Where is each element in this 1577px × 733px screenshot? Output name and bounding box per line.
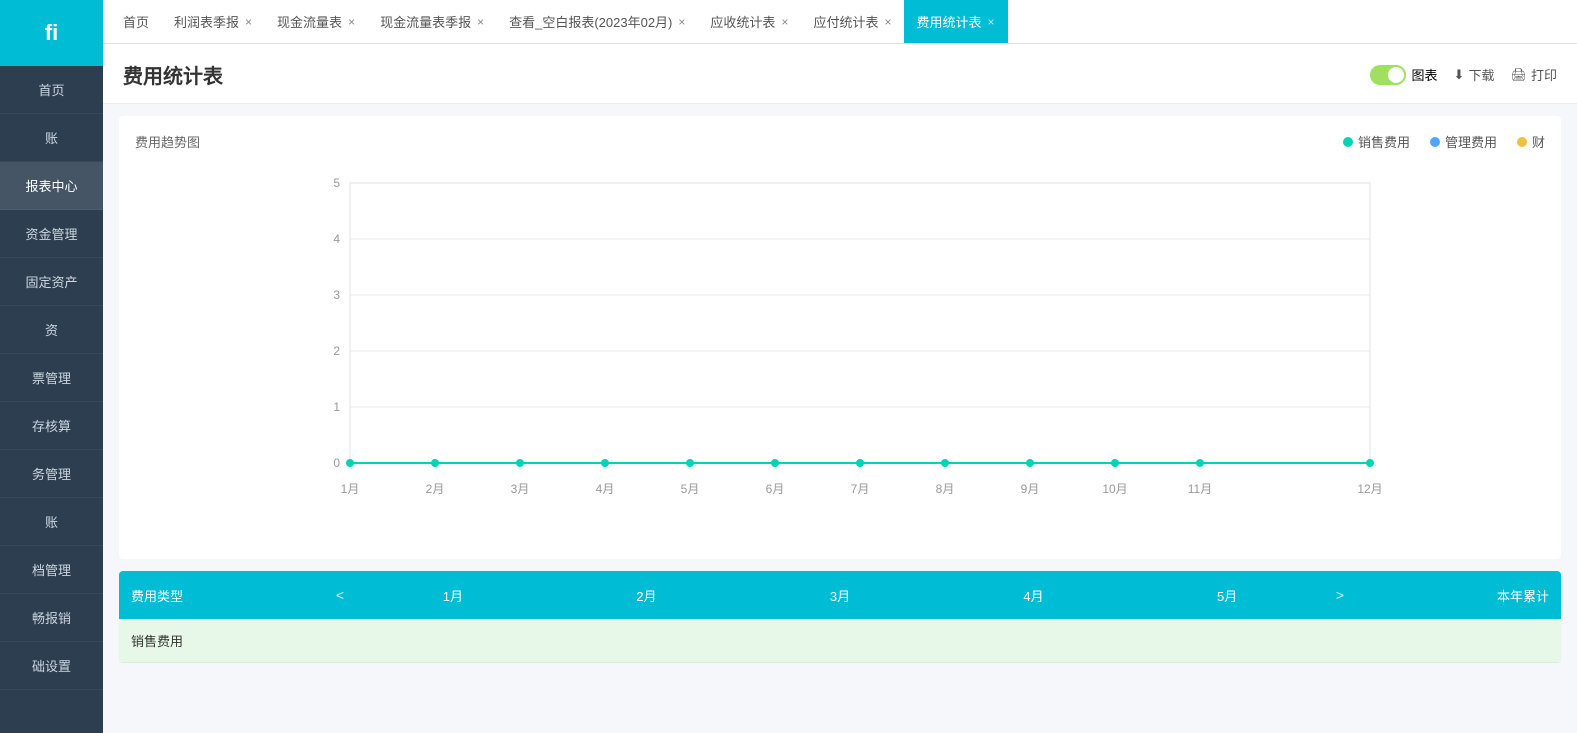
- legend-finance: 财: [1517, 132, 1545, 151]
- tab-cashflow[interactable]: 现金流量表 ×: [265, 0, 368, 44]
- svg-text:10月: 10月: [1102, 482, 1127, 496]
- svg-text:4: 4: [333, 232, 340, 246]
- chart-header: 费用趋势图 销售费用 管理费用 财: [135, 132, 1545, 151]
- chart-toggle-label: 图表: [1412, 65, 1438, 84]
- table-row: 销售费用: [119, 619, 1561, 663]
- svg-text:1: 1: [333, 400, 340, 414]
- tab-cashflow-quarterly[interactable]: 现金流量表季报 ×: [368, 0, 497, 44]
- page-header: 费用统计表 图表 ⬇ 下载 🖨 打印: [103, 44, 1577, 104]
- close-tab-receivable[interactable]: ×: [781, 15, 788, 29]
- tab-expense-stats[interactable]: 费用统计表 ×: [904, 0, 1007, 44]
- chart-legend: 销售费用 管理费用 财: [1343, 132, 1545, 151]
- page-content: 费用统计表 图表 ⬇ 下载 🖨 打印 费用趋势图: [103, 44, 1577, 733]
- sidebar-item-fund[interactable]: 资金管理: [0, 210, 103, 258]
- close-tab-profit-quarterly[interactable]: ×: [245, 15, 252, 29]
- svg-text:9月: 9月: [1021, 482, 1040, 496]
- chart-container: 0 1 2 3 4 5: [135, 163, 1545, 543]
- th-month-4: 4月: [937, 586, 1131, 605]
- sidebar-item-expense[interactable]: 畅报销: [0, 594, 103, 642]
- svg-text:1月: 1月: [341, 482, 360, 496]
- svg-text:5: 5: [333, 176, 340, 190]
- svg-text:5月: 5月: [681, 482, 700, 496]
- legend-dot-management: [1430, 137, 1440, 147]
- legend-management: 管理费用: [1430, 132, 1497, 151]
- legend-sales: 销售费用: [1343, 132, 1410, 151]
- td-type-sales: 销售费用: [119, 631, 356, 650]
- close-tab-payable[interactable]: ×: [884, 15, 891, 29]
- svg-text:7月: 7月: [851, 482, 870, 496]
- svg-text:8月: 8月: [936, 482, 955, 496]
- chart-title: 费用趋势图: [135, 132, 200, 151]
- legend-dot-finance: [1517, 137, 1527, 147]
- sidebar-item-report[interactable]: 报表中心: [0, 162, 103, 210]
- sidebar: fi 首页 账 报表中心 资金管理 固定资产 资 票管理 存核算 务管理 账 档…: [0, 0, 103, 733]
- th-month-5: 5月: [1130, 586, 1324, 605]
- nav-prev-arrow[interactable]: <: [336, 587, 344, 603]
- sidebar-item-assets[interactable]: 固定资产: [0, 258, 103, 306]
- download-icon: ⬇: [1454, 67, 1465, 83]
- tab-profit-quarterly[interactable]: 利润表季报 ×: [162, 0, 265, 44]
- table-header-row: 费用类型 < 1月 2月 3月 4月 5月: [119, 571, 1561, 619]
- close-tab-expense-stats[interactable]: ×: [987, 15, 994, 29]
- tab-home[interactable]: 首页: [111, 0, 162, 44]
- svg-text:3月: 3月: [511, 482, 530, 496]
- svg-text:4月: 4月: [596, 482, 615, 496]
- sidebar-item-account[interactable]: 账: [0, 114, 103, 162]
- sidebar-item-ledger[interactable]: 账: [0, 498, 103, 546]
- close-tab-cashflow[interactable]: ×: [348, 15, 355, 29]
- sidebar-logo: fi: [0, 0, 103, 66]
- svg-text:12月: 12月: [1357, 482, 1382, 496]
- th-type: 费用类型 <: [119, 586, 356, 605]
- page-title: 费用统计表: [123, 60, 223, 89]
- svg-text:0: 0: [333, 456, 340, 470]
- tab-blank-report[interactable]: 查看_空白报表(2023年02月) ×: [497, 0, 698, 44]
- svg-text:2: 2: [333, 344, 340, 358]
- sidebar-item-invoice[interactable]: 票管理: [0, 354, 103, 402]
- svg-text:2月: 2月: [426, 482, 445, 496]
- nav-next-arrow[interactable]: >: [1336, 587, 1344, 603]
- sidebar-item-settings[interactable]: 础设置: [0, 642, 103, 690]
- svg-text:11月: 11月: [1188, 482, 1212, 496]
- close-tab-blank-report[interactable]: ×: [678, 15, 685, 29]
- chart-toggle-wrap: 图表: [1370, 65, 1438, 85]
- sidebar-item-capital[interactable]: 资: [0, 306, 103, 354]
- th-last-col: > 本年累计: [1324, 586, 1561, 605]
- svg-text:6月: 6月: [766, 482, 785, 496]
- main-area: 首页 利润表季报 × 现金流量表 × 现金流量表季报 × 查看_空白报表(202…: [103, 0, 1577, 733]
- tab-receivable[interactable]: 应收统计表 ×: [698, 0, 801, 44]
- tab-payable[interactable]: 应付统计表 ×: [801, 0, 904, 44]
- sidebar-item-inventory[interactable]: 存核算: [0, 402, 103, 450]
- sidebar-item-service[interactable]: 务管理: [0, 450, 103, 498]
- chart-section: 费用趋势图 销售费用 管理费用 财: [119, 116, 1561, 559]
- print-button[interactable]: 🖨 打印: [1510, 65, 1557, 84]
- th-month-2: 2月: [550, 586, 744, 605]
- chart-svg: 0 1 2 3 4 5: [135, 163, 1545, 543]
- chart-toggle[interactable]: [1370, 65, 1406, 85]
- th-month-1: 1月: [356, 586, 550, 605]
- sidebar-item-home[interactable]: 首页: [0, 66, 103, 114]
- sidebar-item-archive[interactable]: 档管理: [0, 546, 103, 594]
- print-icon: 🖨: [1510, 67, 1527, 83]
- svg-text:3: 3: [333, 288, 340, 302]
- header-actions: 图表 ⬇ 下载 🖨 打印: [1370, 65, 1557, 85]
- legend-dot-sales: [1343, 137, 1353, 147]
- tab-bar: 首页 利润表季报 × 现金流量表 × 现金流量表季报 × 查看_空白报表(202…: [103, 0, 1577, 44]
- table-section: 费用类型 < 1月 2月 3月 4月 5月: [119, 571, 1561, 663]
- th-month-3: 3月: [743, 586, 937, 605]
- close-tab-cashflow-quarterly[interactable]: ×: [477, 15, 484, 29]
- download-button[interactable]: ⬇ 下载: [1454, 65, 1495, 84]
